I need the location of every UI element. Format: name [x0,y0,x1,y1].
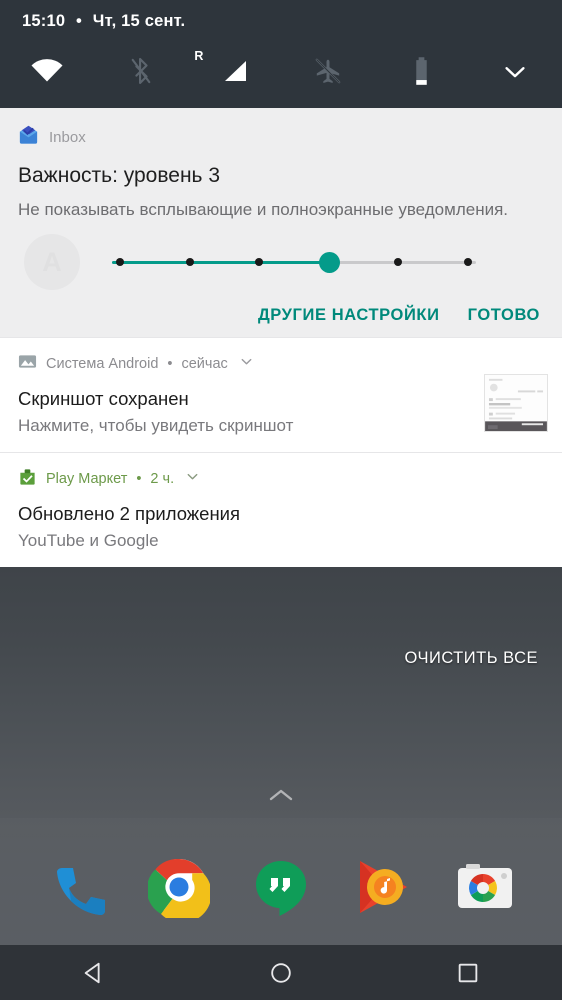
phone-icon[interactable] [46,856,108,918]
slider-tick[interactable] [116,258,124,266]
play-music-icon[interactable] [352,856,414,918]
status-bar-icons: R [0,48,562,94]
status-bar-date: Чт, 15 сент. [92,12,186,30]
notification-title: Обновлено 2 приложения [18,503,241,524]
clear-all-button[interactable]: ОЧИСТИТЬ ВСЕ [404,649,538,668]
roaming-label: R [194,49,204,63]
mobile-signal-roaming-icon[interactable]: R [187,48,281,94]
notification-time: 2 ч. [150,471,175,487]
notification-row[interactable]: Система Android • сейчас Скриншот сохран… [0,338,562,452]
chrome-icon[interactable] [146,856,212,923]
importance-actions: ДРУГИЕ НАСТРОЙКИ ГОТОВО [0,284,562,325]
notification-header: Play Маркет • 2 ч. [0,467,562,491]
hangouts-icon[interactable] [250,856,312,918]
notification-thumbnail[interactable] [484,374,548,432]
importance-title: Важность: уровень 3 [18,164,221,187]
importance-description: Не показывать всплывающие и полноэкранны… [18,200,509,219]
status-bar-separator: • [76,12,82,30]
importance-app-header: Inbox [0,108,562,150]
notification-shade: Inbox Важность: уровень 3 Не показывать … [0,108,562,567]
status-bar-time: 15:10 [22,12,66,30]
inbox-icon [18,124,39,150]
notification-app-name: Play Маркет [46,471,128,487]
camera-icon[interactable] [454,856,516,918]
done-button[interactable]: ГОТОВО [468,306,540,325]
back-button[interactable] [0,960,187,986]
avatar: A [24,234,80,290]
notification-text: YouTube и Google [18,531,159,550]
slider-tick[interactable] [464,258,472,266]
notification-app-name: Система Android [46,356,159,372]
status-bar: 15:10 • Чт, 15 сент. R [0,0,562,108]
importance-app-name: Inbox [49,128,86,146]
home-dock [0,818,562,945]
notification-text: Нажмите, чтобы увидеть скриншот [18,416,294,435]
bluetooth-disabled-icon[interactable] [94,48,188,94]
home-button[interactable] [187,960,374,986]
notification-importance-panel: Inbox Важность: уровень 3 Не показывать … [0,108,562,337]
image-icon [18,352,37,376]
slider-track-fill [112,261,329,264]
chevron-down-icon[interactable] [468,48,562,94]
notification-separator: • [136,471,142,487]
slider-thumb[interactable] [318,252,340,273]
importance-slider-row: A [0,222,562,290]
app-drawer-chevron-up-icon[interactable] [268,786,294,804]
clear-all-zone: ОЧИСТИТЬ ВСЕ [0,638,562,688]
notification-header: Система Android • сейчас [0,352,562,376]
play-store-update-icon [18,467,37,491]
slider-tick[interactable] [185,258,194,266]
recents-button[interactable] [375,960,562,986]
importance-slider[interactable] [112,247,484,277]
notification-row[interactable]: Play Маркет • 2 ч. Обновлено 2 приложени… [0,453,562,567]
battery-low-icon[interactable] [375,48,469,94]
notification-separator: • [167,356,173,372]
more-settings-button[interactable]: ДРУГИЕ НАСТРОЙКИ [258,306,440,325]
wifi-icon[interactable] [0,48,94,94]
status-bar-clock-area: 15:10 • Чт, 15 сент. [22,12,185,31]
airplane-mode-off-icon[interactable] [281,48,375,94]
slider-tick[interactable] [255,258,264,266]
notification-time: сейчас [181,356,228,372]
navigation-bar [0,945,562,1000]
chevron-down-icon[interactable] [185,469,200,489]
notification-title: Скриншот сохранен [18,388,189,409]
chevron-down-icon[interactable] [239,354,254,374]
slider-tick[interactable] [394,258,403,266]
